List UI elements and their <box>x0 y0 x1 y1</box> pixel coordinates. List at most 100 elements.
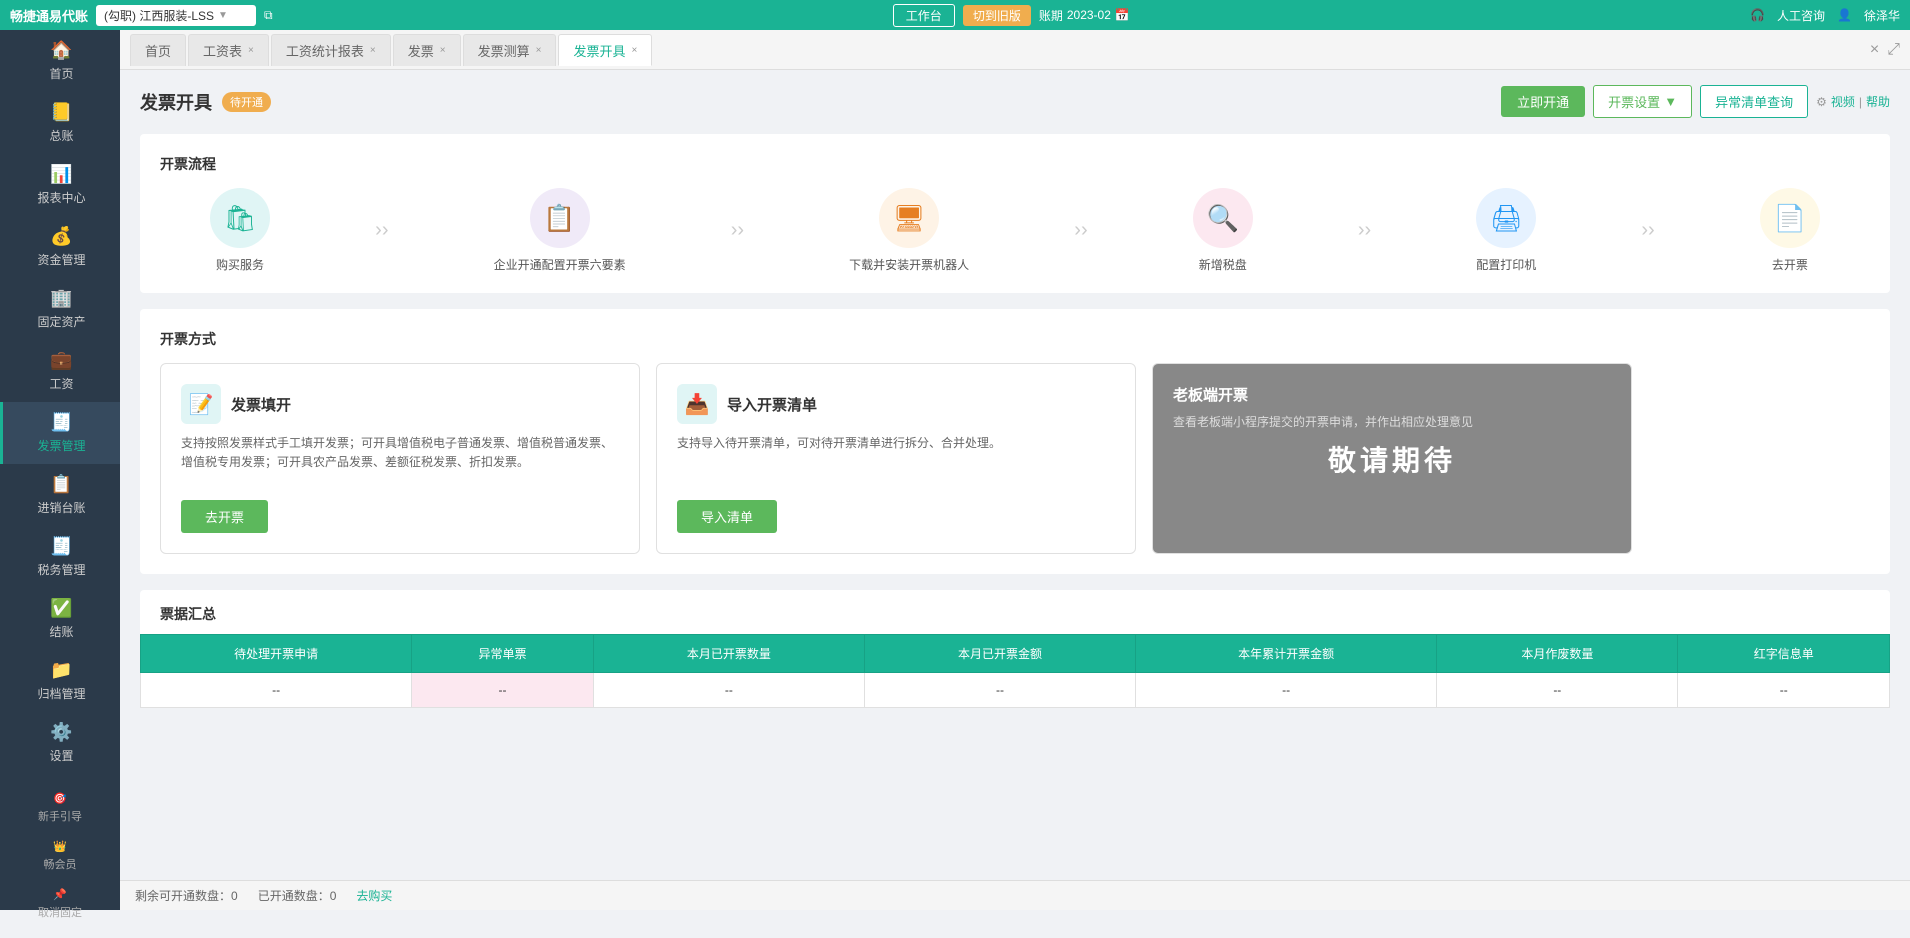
add-taxbox-icon: 🔍 <box>1193 188 1253 248</box>
sidebar-item-funds[interactable]: 💰资金管理 <box>0 216 120 278</box>
sidebar-item-reports[interactable]: 📊报表中心 <box>0 154 120 216</box>
pin-toggle[interactable]: 📌 取消固定 <box>0 880 120 928</box>
coming-soon-label: 敬请期待 <box>1153 364 1631 553</box>
remaining-quota-text: 剩余可开通数盘：0 <box>135 887 238 904</box>
flow-step-label: 配置打印机 <box>1476 256 1536 273</box>
method-card-button-import-list[interactable]: 导入清单 <box>677 500 777 533</box>
old-version-button[interactable]: 切到旧版 <box>963 5 1031 26</box>
salary-icon: 💼 <box>50 350 72 371</box>
sidebar-item-member[interactable]: 👑畅会员 <box>0 832 120 880</box>
summary-col-6: 红字信息单 <box>1678 635 1890 673</box>
opened-value: 0 <box>330 889 337 903</box>
copy-icon[interactable]: ⧉ <box>264 8 273 23</box>
enterprise-setup-icon: 📋 <box>530 188 590 248</box>
pin-label: 取消固定 <box>38 904 82 920</box>
sidebar-item-salary[interactable]: 💼工资 <box>0 340 120 402</box>
sidebar-item-tax[interactable]: 🧾税务管理 <box>0 526 120 588</box>
tab-salary-report[interactable]: 工资统计报表× <box>271 34 391 66</box>
tab-invoice-calc[interactable]: 发票测算× <box>463 34 557 66</box>
sidebar-label: 首页 <box>49 65 73 82</box>
flow-step-enterprise-setup[interactable]: 📋 企业开通配置开票六要素 <box>494 188 626 273</box>
sidebar-label: 进销台账 <box>37 499 85 516</box>
sidebar: 🏠首页📒总账📊报表中心💰资金管理🏢固定资产💼工资🧾发票管理📋进销台账🧾税务管理✅… <box>0 30 120 910</box>
flow-step-label: 购买服务 <box>216 256 264 273</box>
tab-close-icon[interactable]: × <box>631 45 637 56</box>
flow-step-add-taxbox[interactable]: 🔍 新增税盘 <box>1193 188 1253 273</box>
method-card-manual-fill: 📝 发票填开 支持按照发票样式手工填开发票；可开具增值税电子普通发票、增值税普通… <box>160 363 640 554</box>
tab-invoice[interactable]: 发票 × <box>393 34 461 66</box>
restore-window-icon[interactable]: ⤢ <box>1887 41 1900 59</box>
period-value: 2023-02 <box>1067 8 1111 22</box>
newbie-icon: 🎯 <box>53 792 67 805</box>
tab-close-icon[interactable]: × <box>370 45 376 56</box>
content-area: 首页工资表×工资统计报表×发票×发票测算×发票开具× × ⤢ 发票开具 待开通 … <box>120 30 1910 910</box>
customer-service-label[interactable]: 人工咨询 <box>1777 7 1825 24</box>
summary-section: 票据汇总 待处理开票申请异常单票本月已开票数量本月已开票金额本年累计开票金额本月… <box>140 590 1890 708</box>
method-section-title: 开票方式 <box>160 329 1870 349</box>
flow-step-label: 企业开通配置开票六要素 <box>494 256 626 273</box>
open-settings-button[interactable]: 开票设置 ▼ <box>1593 85 1692 118</box>
open-now-button[interactable]: 立即开通 <box>1501 86 1585 117</box>
flow-step-issue-invoice[interactable]: 📄 去开票 <box>1760 188 1820 273</box>
tab-salary[interactable]: 工资表 × <box>188 34 269 66</box>
tab-label: 发票开具 <box>573 41 625 60</box>
period-label: 账期 <box>1039 7 1063 24</box>
top-bar-left: 畅捷通易代账 (勾职) 江西服装-LSS ▼ ⧉ <box>10 5 273 26</box>
remaining-label: 剩余可开通数盘： <box>135 889 231 903</box>
buy-link[interactable]: 去购买 <box>356 887 392 904</box>
method-card-old-boss: 老板端开票 查看老板端小程序提交的开票申请，并作出相应处理意见 敬请期待 <box>1152 363 1632 554</box>
flow-section: 开票流程 🛍 购买服务 ›› 📋 企业开通配置开票六要素 ›› 🖥 下载并安装开… <box>140 134 1890 293</box>
method-card-title: 发票填开 <box>231 394 291 415</box>
sidebar-item-home[interactable]: 🏠 首页 <box>0 30 120 92</box>
tab-close-icon[interactable]: × <box>536 45 542 56</box>
flow-step-label: 下载并安装开票机器人 <box>849 256 969 273</box>
tab-invoice-issue[interactable]: 发票开具 × <box>558 34 652 66</box>
config-printer-icon: 🖨 <box>1476 188 1536 248</box>
tab-close-icon[interactable]: × <box>440 45 446 56</box>
page-content: 发票开具 待开通 立即开通 开票设置 ▼ 异常清单查询 ⚙ 视频 | 帮助 <box>120 70 1910 880</box>
archive-icon: 📁 <box>50 660 72 681</box>
method-card-title: 导入开票清单 <box>727 394 817 415</box>
tab-home[interactable]: 首页 <box>130 34 186 66</box>
sidebar-item-invoice-mgr[interactable]: 🧾发票管理 <box>0 402 120 464</box>
sidebar-item-archive[interactable]: 📁归档管理 <box>0 650 120 712</box>
summary-cell-6: -- <box>1678 673 1890 708</box>
method-card-header: 📝 发票填开 <box>181 384 619 424</box>
abnormal-query-button[interactable]: 异常清单查询 <box>1700 85 1808 118</box>
funds-icon: 💰 <box>50 226 72 247</box>
company-name: (勾职) 江西服装-LSS <box>104 7 214 24</box>
help-label[interactable]: 帮助 <box>1866 93 1890 110</box>
sidebar-item-settlement[interactable]: ✅结账 <box>0 588 120 650</box>
company-selector[interactable]: (勾职) 江西服装-LSS ▼ <box>96 5 256 26</box>
method-card-desc: 支持按照发票样式手工填开发票；可开具增值税电子普通发票、增值税普通发票、增值税专… <box>181 434 619 484</box>
home-icon: 🏠 <box>50 40 72 61</box>
method-card-button-manual-fill[interactable]: 去开票 <box>181 500 268 533</box>
flow-step-download-robot[interactable]: 🖥 下载并安装开票机器人 <box>849 188 969 273</box>
close-window-icon[interactable]: × <box>1870 41 1879 59</box>
sidebar-item-settings[interactable]: ⚙️设置 <box>0 712 120 774</box>
summary-col-4: 本年累计开票金额 <box>1136 635 1437 673</box>
sidebar-item-ledger[interactable]: 📒总账 <box>0 92 120 154</box>
summary-col-2: 本月已开票数量 <box>593 635 864 673</box>
flow-arrow-icon: ›› <box>370 219 393 242</box>
tab-label: 发票 <box>408 41 434 60</box>
chevron-down-icon: ▼ <box>1664 94 1677 109</box>
sidebar-item-newbie[interactable]: 🎯新手引导 <box>0 784 120 832</box>
flow-step-label: 新增税盘 <box>1199 256 1247 273</box>
sidebar-label: 固定资产 <box>37 313 85 330</box>
flow-step-config-printer[interactable]: 🖨 配置打印机 <box>1476 188 1536 273</box>
buy-service-icon: 🛍 <box>210 188 270 248</box>
sidebar-item-purchase[interactable]: 📋进销台账 <box>0 464 120 526</box>
workbench-button[interactable]: 工作台 <box>893 4 955 27</box>
view-label[interactable]: 视频 <box>1831 93 1855 110</box>
top-bar-right: 🎧 人工咨询 👤 徐泽华 <box>1750 7 1900 24</box>
sidebar-item-assets[interactable]: 🏢固定资产 <box>0 278 120 340</box>
ledger-icon: 📒 <box>50 102 72 123</box>
settlement-icon: ✅ <box>50 598 72 619</box>
chevron-down-icon: ▼ <box>218 10 228 21</box>
tab-label: 工资表 <box>203 41 242 60</box>
flow-step-buy-service[interactable]: 🛍 购买服务 <box>210 188 270 273</box>
tab-close-icon[interactable]: × <box>248 45 254 56</box>
period-selector[interactable]: 账期 2023-02 📅 <box>1039 7 1130 24</box>
summary-col-1: 异常单票 <box>412 635 594 673</box>
